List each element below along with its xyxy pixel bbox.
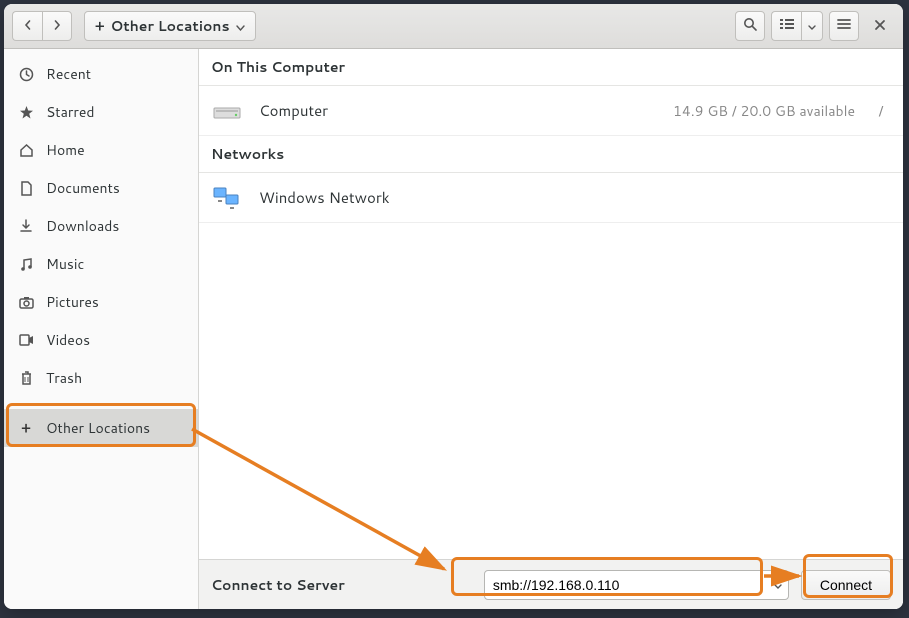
download-icon: [18, 218, 34, 234]
music-icon: [18, 256, 34, 272]
back-button[interactable]: [12, 11, 42, 41]
plus-icon: +: [18, 420, 34, 436]
camera-icon: [18, 294, 34, 310]
hamburger-menu-button[interactable]: [829, 11, 859, 41]
chevron-right-icon: [52, 17, 62, 35]
dropdown-icon[interactable]: [773, 576, 783, 594]
video-icon: [18, 332, 34, 348]
row-info: 14.9 GB / 20.0 GB available: [673, 101, 855, 121]
view-dropdown-button[interactable]: [801, 11, 823, 41]
close-icon: [874, 16, 886, 36]
connect-button[interactable]: Connect: [801, 570, 891, 600]
list-view-button[interactable]: [771, 11, 801, 41]
sidebar-item-label: Starred: [46, 102, 95, 122]
close-button[interactable]: [865, 11, 895, 41]
search-icon: [743, 17, 757, 36]
view-buttons: [771, 11, 823, 41]
sidebar-item-starred[interactable]: Starred: [4, 93, 198, 131]
plus-icon: +: [95, 16, 105, 36]
forward-button[interactable]: [42, 11, 72, 41]
network-icon: [211, 186, 243, 210]
sidebar-item-label: Other Locations: [46, 418, 150, 438]
connect-bar: Connect to Server Connect: [199, 559, 903, 609]
chevron-down-icon: [236, 16, 245, 36]
trash-icon: [18, 370, 34, 386]
path-bar[interactable]: + Other Locations: [84, 11, 256, 41]
nav-buttons: [12, 11, 72, 41]
row-mount: /: [871, 101, 891, 121]
chevron-down-icon: [808, 17, 816, 35]
sidebar-item-trash[interactable]: Trash: [4, 359, 198, 397]
sidebar-item-label: Downloads: [46, 216, 119, 236]
sidebar-item-label: Music: [46, 254, 84, 274]
sidebar-item-music[interactable]: Music: [4, 245, 198, 283]
sidebar: Recent Starred Home Documents: [4, 49, 199, 609]
clock-icon: [18, 66, 34, 82]
sidebar-item-label: Pictures: [46, 292, 99, 312]
star-icon: [18, 104, 34, 120]
row-windows-network[interactable]: Windows Network: [199, 173, 903, 223]
sidebar-item-documents[interactable]: Documents: [4, 169, 198, 207]
sidebar-item-label: Recent: [46, 64, 91, 84]
drive-icon: [211, 100, 243, 122]
sidebar-item-label: Home: [46, 140, 85, 160]
row-label: Windows Network: [259, 187, 390, 208]
sidebar-item-label: Documents: [46, 178, 120, 198]
sidebar-item-home[interactable]: Home: [4, 131, 198, 169]
sidebar-item-videos[interactable]: Videos: [4, 321, 198, 359]
hamburger-icon: [837, 17, 851, 35]
sidebar-item-recent[interactable]: Recent: [4, 55, 198, 93]
document-icon: [18, 180, 34, 196]
path-label: Other Locations: [111, 16, 230, 36]
sidebar-item-label: Trash: [46, 368, 82, 388]
sidebar-item-other-locations[interactable]: + Other Locations: [4, 409, 198, 447]
server-address-input[interactable]: [484, 570, 789, 600]
main-panel: On This Computer Computer 14.9 GB / 20.0…: [199, 49, 903, 609]
sidebar-item-label: Videos: [46, 330, 90, 350]
server-address-field-wrapper: [484, 570, 789, 600]
section-header-computer: On This Computer: [199, 49, 903, 86]
chevron-left-icon: [23, 17, 33, 35]
list-icon: [780, 17, 794, 35]
row-label: Computer: [259, 100, 328, 121]
sidebar-item-downloads[interactable]: Downloads: [4, 207, 198, 245]
section-header-networks: Networks: [199, 136, 903, 173]
connect-label: Connect to Server: [211, 575, 345, 595]
row-computer[interactable]: Computer 14.9 GB / 20.0 GB available /: [199, 86, 903, 136]
headerbar: + Other Locations: [4, 4, 903, 49]
search-button[interactable]: [735, 11, 765, 41]
home-icon: [18, 142, 34, 158]
sidebar-item-pictures[interactable]: Pictures: [4, 283, 198, 321]
